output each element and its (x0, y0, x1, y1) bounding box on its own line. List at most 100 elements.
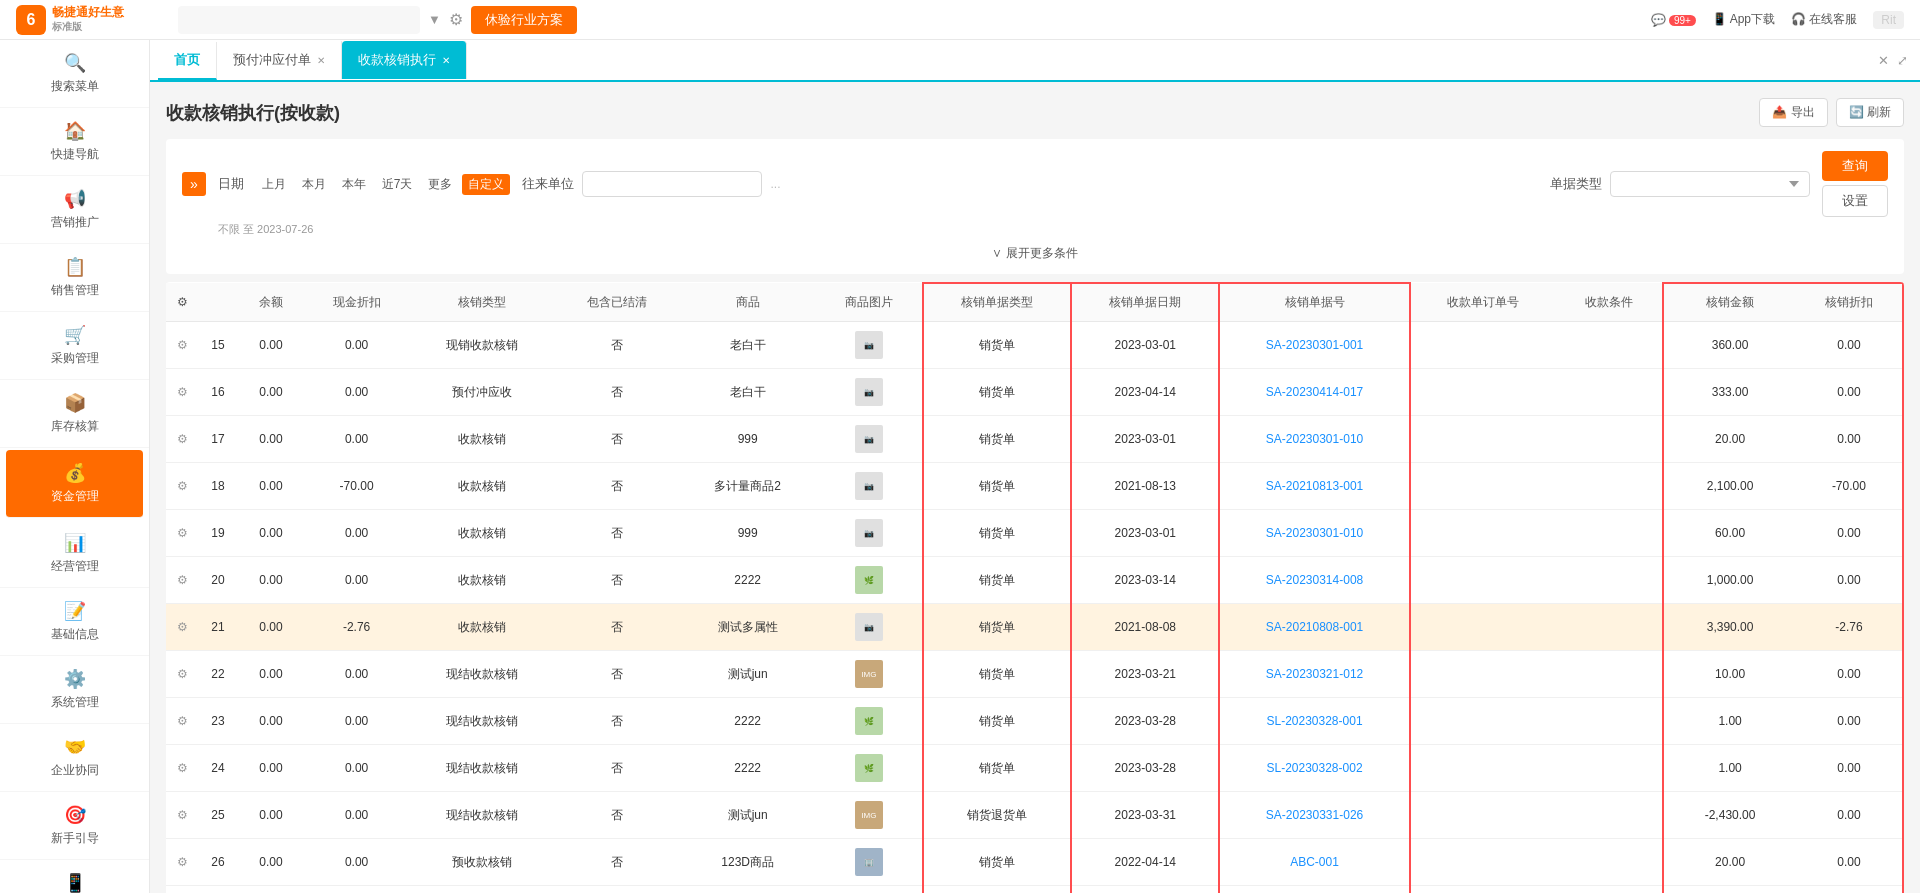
hardware-icon: 📱 (64, 872, 86, 893)
export-button[interactable]: 📤 导出 (1759, 98, 1827, 127)
date-btn-more[interactable]: 更多 (422, 174, 458, 195)
sidebar-item-nav[interactable]: 🏠 快捷导航 (0, 108, 149, 176)
date-btn-last-month[interactable]: 上月 (256, 174, 292, 195)
cell-writeoff-discount: 0.00 (1796, 792, 1903, 839)
cell-product: 2222 (680, 745, 816, 792)
date-btn-this-month[interactable]: 本月 (296, 174, 332, 195)
cell-cash-discount: 0.00 (304, 698, 409, 745)
tab-prepay[interactable]: 预付冲应付单 ✕ (217, 41, 342, 79)
cell-writeoff-type: 收款核销 (409, 510, 554, 557)
sidebar-label-nav: 快捷导航 (51, 146, 99, 163)
cell-bill-type: 销货退货单 (923, 792, 1071, 839)
cell-bill-no[interactable]: SA-20210813-001 (1219, 463, 1409, 510)
user-label[interactable]: Rit (1873, 11, 1904, 29)
sidebar-item-basic[interactable]: 📝 基础信息 (0, 588, 149, 656)
date-btn-custom[interactable]: 自定义 (462, 174, 510, 195)
cell-writeoff-type: 收款核销 (409, 604, 554, 651)
th-receipt-condition: 收款条件 (1556, 283, 1663, 322)
cell-settings[interactable]: ⚙ (166, 839, 198, 886)
cell-seq: 21 (198, 604, 238, 651)
query-btn-group: 查询 设置 (1822, 151, 1888, 217)
cell-bill-no[interactable]: SA-20230301-010 (1219, 416, 1409, 463)
maximize-icon[interactable]: ⤢ (1897, 53, 1908, 68)
cell-settings[interactable]: ⚙ (166, 698, 198, 745)
bill-no-link[interactable]: SA-20210813-001 (1266, 479, 1363, 493)
bill-no-link[interactable]: SA-20230331-026 (1266, 808, 1363, 822)
sidebar-item-hardware[interactable]: 📱 智能硬件 (0, 860, 149, 893)
cell-bill-no[interactable]: SA-20230301-001 (1219, 322, 1409, 369)
cell-bill-type: 销货单 (923, 698, 1071, 745)
cell-settings[interactable]: ⚙ (166, 604, 198, 651)
bill-no-link[interactable]: SL-20230328-002 (1266, 761, 1362, 775)
bill-no-link[interactable]: SA-20230301-001 (1266, 338, 1363, 352)
cell-bill-no[interactable]: SL-20230328-002 (1219, 745, 1409, 792)
sidebar-item-system[interactable]: ⚙️ 系统管理 (0, 656, 149, 724)
expand-more-conditions[interactable]: ∨ 展开更多条件 (182, 245, 1888, 262)
bill-no-link[interactable]: ABC-001 (1290, 855, 1339, 869)
cell-bill-no[interactable]: SA-20230314-008 (1219, 557, 1409, 604)
gear-icon[interactable]: ⚙ (449, 10, 463, 29)
tab-writeoff-close[interactable]: ✕ (442, 55, 450, 66)
settings-button[interactable]: 设置 (1822, 185, 1888, 217)
cell-bill-no[interactable]: SA-20230321-012 (1219, 651, 1409, 698)
app-download[interactable]: 📱 App下载 (1712, 11, 1775, 28)
cell-settings[interactable]: ⚙ (166, 886, 198, 894)
cell-settings[interactable]: ⚙ (166, 792, 198, 839)
cell-balance: 0.00 (238, 322, 304, 369)
table-header-row: ⚙ 余额 现金折扣 核销类型 包含已结清 商品 商品图片 核销单据类型 核销单据… (166, 283, 1903, 322)
cell-bill-no[interactable]: SA-20230301-010 (1219, 510, 1409, 557)
expand-toggle[interactable]: » (182, 172, 206, 196)
online-service[interactable]: 🎧 在线客服 (1791, 11, 1857, 28)
cell-included: 否 (554, 557, 679, 604)
bill-no-link[interactable]: SL-20230328-001 (1266, 714, 1362, 728)
date-btn-this-year[interactable]: 本年 (336, 174, 372, 195)
bill-no-link[interactable]: SA-20230321-012 (1266, 667, 1363, 681)
cell-settings[interactable]: ⚙ (166, 651, 198, 698)
sidebar-item-purchase[interactable]: 🛒 采购管理 (0, 312, 149, 380)
th-settings[interactable]: ⚙ (166, 283, 198, 322)
refresh-button[interactable]: 🔄 刷新 (1836, 98, 1904, 127)
cell-bill-no[interactable]: SL-20230328-001 (1219, 698, 1409, 745)
sidebar-item-finance[interactable]: 💰 资金管理 (6, 450, 143, 518)
table-row: ⚙ 16 0.00 0.00 预付冲应收 否 老白干 📷 销货单 2023-04… (166, 369, 1903, 416)
sidebar-item-inventory[interactable]: 📦 库存核算 (0, 380, 149, 448)
tab-writeoff[interactable]: 收款核销执行 ✕ (342, 41, 467, 79)
close-window-icon[interactable]: ✕ (1878, 53, 1889, 68)
cell-settings[interactable]: ⚙ (166, 369, 198, 416)
sidebar-item-guide[interactable]: 🎯 新手引导 (0, 792, 149, 860)
message-icon[interactable]: 💬 99+ (1651, 13, 1696, 27)
finance-icon: 💰 (64, 462, 86, 484)
cell-bill-no[interactable]: ABC-001 (1219, 839, 1409, 886)
cell-bill-no[interactable]: SA-20230414-017 (1219, 369, 1409, 416)
cell-bill-no[interactable]: SA-20230331-026 (1219, 792, 1409, 839)
bill-no-link[interactable]: SA-20210808-001 (1266, 620, 1363, 634)
sidebar-item-marketing[interactable]: 📢 营销推广 (0, 176, 149, 244)
cell-receipt-condition (1556, 510, 1663, 557)
sidebar-item-search[interactable]: 🔍 搜索菜单 (0, 40, 149, 108)
cell-settings[interactable]: ⚙ (166, 416, 198, 463)
bill-no-link[interactable]: SA-20230314-008 (1266, 573, 1363, 587)
cell-bill-no[interactable]: SA-20210808-001 (1219, 604, 1409, 651)
cell-writeoff-amount: 20.00 (1663, 839, 1795, 886)
cell-settings[interactable]: ⚙ (166, 745, 198, 792)
unit-input[interactable] (582, 171, 762, 197)
type-select[interactable] (1610, 171, 1810, 197)
sidebar-item-collab[interactable]: 🤝 企业协同 (0, 724, 149, 792)
bill-no-link[interactable]: SA-20230301-010 (1266, 432, 1363, 446)
cell-settings[interactable]: ⚙ (166, 557, 198, 604)
sidebar-item-sales[interactable]: 📋 销售管理 (0, 244, 149, 312)
cell-receipt-condition (1556, 557, 1663, 604)
date-btn-7days[interactable]: 近7天 (376, 174, 419, 195)
cell-settings[interactable]: ⚙ (166, 463, 198, 510)
tab-home[interactable]: 首页 (158, 42, 217, 80)
query-button[interactable]: 查询 (1822, 151, 1888, 181)
top-search-input[interactable] (178, 6, 420, 34)
cell-settings[interactable]: ⚙ (166, 510, 198, 557)
cell-settings[interactable]: ⚙ (166, 322, 198, 369)
bill-no-link[interactable]: SA-20230414-017 (1266, 385, 1363, 399)
bill-no-link[interactable]: SA-20230301-010 (1266, 526, 1363, 540)
sidebar-item-operations[interactable]: 📊 经营管理 (0, 520, 149, 588)
tab-prepay-close[interactable]: ✕ (317, 55, 325, 66)
industry-solution-button[interactable]: 休验行业方案 (471, 6, 577, 34)
cell-bill-no[interactable]: SL-20230408-001 (1219, 886, 1409, 894)
